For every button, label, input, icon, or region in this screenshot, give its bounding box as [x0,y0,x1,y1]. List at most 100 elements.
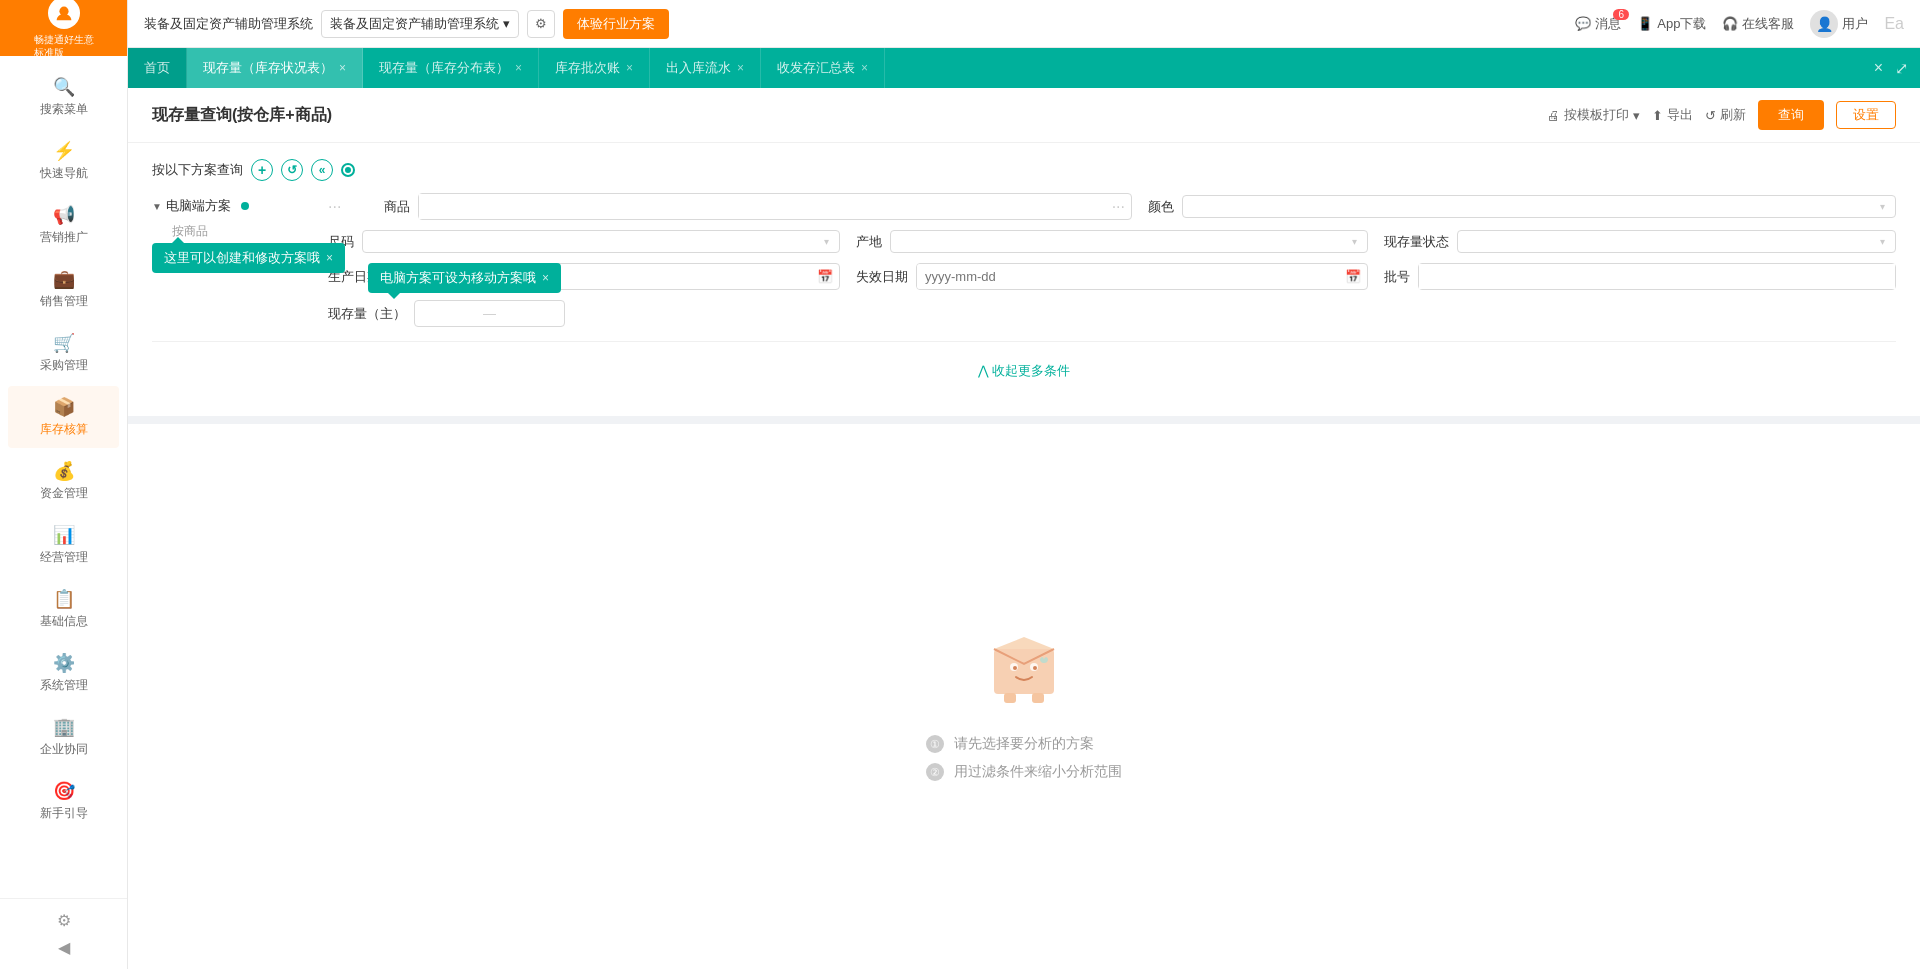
refresh-scheme-button[interactable]: ↺ [281,159,303,181]
arrows-icon: « [319,163,326,177]
collapse-sidebar-icon[interactable]: ◀ [58,938,70,957]
page-content: 现存量查询(按仓库+商品) 🖨 按模板打印 ▾ ⬆ 导出 ↺ 刷新 查询 设置 [128,88,1920,969]
user-menu-button[interactable]: 👤 用户 [1810,10,1868,38]
tab-inventory-status[interactable]: 现存量（库存状况表） × [187,48,363,88]
app-download-button[interactable]: 📱 App下载 [1637,15,1706,33]
navtabs-actions: × ⤢ [1870,55,1920,82]
settings-gear-button[interactable]: ⚙ [527,10,555,38]
scheme-tree-desktop[interactable]: ▼ 电脑端方案 [152,193,312,219]
tab-inventory-dist-label: 现存量（库存分布表） [379,59,509,77]
reset-button[interactable]: 设置 [1836,101,1896,129]
sidebar-item-sales[interactable]: 💼 销售管理 [8,258,119,320]
user-label: 用户 [1842,15,1868,33]
produce-date-calendar-icon[interactable]: 📅 [811,269,839,284]
sidebar-label-system: 系统管理 [40,677,88,694]
empty-illustration [974,609,1074,709]
settings-icon[interactable]: ⚙ [57,911,71,930]
tab-inventory-dist-close[interactable]: × [515,61,522,75]
expire-date-start[interactable] [917,264,1339,289]
sidebar-item-marketing[interactable]: 📢 营销推广 [8,194,119,256]
status-label: 现存量状态 [1384,233,1449,251]
online-support-button[interactable]: 🎧 在线客服 [1722,15,1794,33]
sidebar-item-newbie[interactable]: 🎯 新手引导 [8,770,119,832]
system-select[interactable]: 装备及固定资产辅助管理系统 ▾ [321,10,519,38]
svg-rect-7 [1032,693,1044,703]
sidebar-item-enterprise[interactable]: 🏢 企业协同 [8,706,119,768]
filter-row-4: 现存量（主） — [328,300,1896,327]
expire-date-calendar-icon[interactable]: 📅 [1339,269,1367,284]
sidebar-label-purchase: 采购管理 [40,357,88,374]
logo-icon [48,0,80,29]
sidebar-item-inventory[interactable]: 📦 库存核算 [8,386,119,448]
product-input-field[interactable] [419,194,1106,219]
empty-tip-2: ② 用过滤条件来缩小分析范围 [926,757,1122,785]
tab-inout-flow-close[interactable]: × [737,61,744,75]
tab-inventory-dist[interactable]: 现存量（库存分布表） × [363,48,539,88]
origin-select[interactable]: ▾ [890,230,1368,253]
qty-range-end[interactable] [504,306,554,321]
page-header: 现存量查询(按仓库+商品) 🖨 按模板打印 ▾ ⬆ 导出 ↺ 刷新 查询 设置 [128,88,1920,143]
filter-dots-2[interactable]: ··· [1106,198,1131,216]
svg-rect-1 [994,649,1054,694]
fullscreen-button[interactable]: ⤢ [1891,55,1912,82]
export-button[interactable]: ⬆ 导出 [1652,106,1693,124]
tab-batch-ledger[interactable]: 库存批次账 × [539,48,650,88]
sidebar-item-basic[interactable]: 📋 基础信息 [8,578,119,640]
status-select[interactable]: ▾ [1457,230,1896,253]
create-tooltip-text: 这里可以创建和修改方案哦 [164,249,320,267]
sidebar-logo: 畅捷通好生意 标准版 [0,0,127,56]
sidebar-item-system[interactable]: ⚙️ 系统管理 [8,642,119,704]
sidebar-label-quicknav: 快速导航 [40,165,88,182]
add-scheme-button[interactable]: + [251,159,273,181]
arrows-scheme-button[interactable]: « [311,159,333,181]
sidebar-item-search[interactable]: 🔍 搜索菜单 [8,66,119,128]
svg-point-4 [1013,666,1017,670]
filter-title-label: 按以下方案查询 [152,161,243,179]
batch-input[interactable] [1418,263,1896,290]
query-button[interactable]: 查询 [1758,100,1824,130]
tab-inventory-status-label: 现存量（库存状况表） [203,59,333,77]
tab-inventory-status-close[interactable]: × [339,61,346,75]
print-template-button[interactable]: 🖨 按模板打印 ▾ [1547,106,1640,124]
empty-tip-1: ① 请先选择要分析的方案 [926,729,1122,757]
tab-batch-ledger-label: 库存批次账 [555,59,620,77]
scheme-tooltip-popup: 电脑方案可设为移动方案哦 × [368,263,561,293]
create-tooltip-close[interactable]: × [326,251,333,265]
sidebar-label-search: 搜索菜单 [40,101,88,118]
expire-date-label: 失效日期 [856,268,908,286]
tab-stocktake-summary[interactable]: 收发存汇总表 × [761,48,885,88]
sidebar-item-operations[interactable]: 📊 经营管理 [8,514,119,576]
tab-stocktake-summary-close[interactable]: × [861,61,868,75]
industry-plan-button[interactable]: 体验行业方案 [563,9,669,39]
filter-dots-menu-1[interactable]: ··· [328,198,368,216]
tab-home[interactable]: 首页 [128,48,187,88]
app-download-label: App下载 [1657,15,1706,33]
message-icon: 💬 [1575,16,1591,31]
message-button[interactable]: 💬 消息 6 [1575,15,1621,33]
qty-range-start[interactable] [425,306,475,321]
sidebar-item-quicknav[interactable]: ⚡ 快速导航 [8,130,119,192]
sidebar-item-finance[interactable]: 💰 资金管理 [8,450,119,512]
expire-date-input-row: 📅 [916,263,1368,290]
collapse-more-btn[interactable]: ⋀ 收起更多条件 [152,362,1896,380]
scheme-tooltip-close[interactable]: × [542,271,549,285]
size-select[interactable]: ▾ [362,230,840,253]
batch-input-field[interactable] [1419,264,1895,289]
sidebar-menu: 🔍 搜索菜单 ⚡ 快速导航 📢 营销推广 💼 销售管理 🛒 采购管理 📦 库存核… [0,56,127,898]
sales-icon: 💼 [53,268,75,290]
topbar-left: 装备及固定资产辅助管理系统 装备及固定资产辅助管理系统 ▾ ⚙ 体验行业方案 [144,9,669,39]
operations-icon: 📊 [53,524,75,546]
tree-dot-desktop [241,202,249,210]
main-content: 装备及固定资产辅助管理系统 装备及固定资产辅助管理系统 ▾ ⚙ 体验行业方案 💬… [128,0,1920,969]
close-all-tabs-button[interactable]: × [1870,55,1887,81]
topbar-right: 💬 消息 6 📱 App下载 🎧 在线客服 👤 用户 Ea [1575,10,1904,38]
tab-batch-ledger-close[interactable]: × [626,61,633,75]
color-select[interactable]: ▾ [1182,195,1896,218]
sidebar-item-purchase[interactable]: 🛒 采购管理 [8,322,119,384]
refresh-button[interactable]: ↺ 刷新 [1705,106,1746,124]
qty-range-input[interactable]: — [414,300,565,327]
collapse-btn-row: ⋀ 收起更多条件 [152,341,1896,400]
product-input[interactable]: ··· [418,193,1132,220]
tab-inout-flow[interactable]: 出入库流水 × [650,48,761,88]
finance-icon: 💰 [53,460,75,482]
